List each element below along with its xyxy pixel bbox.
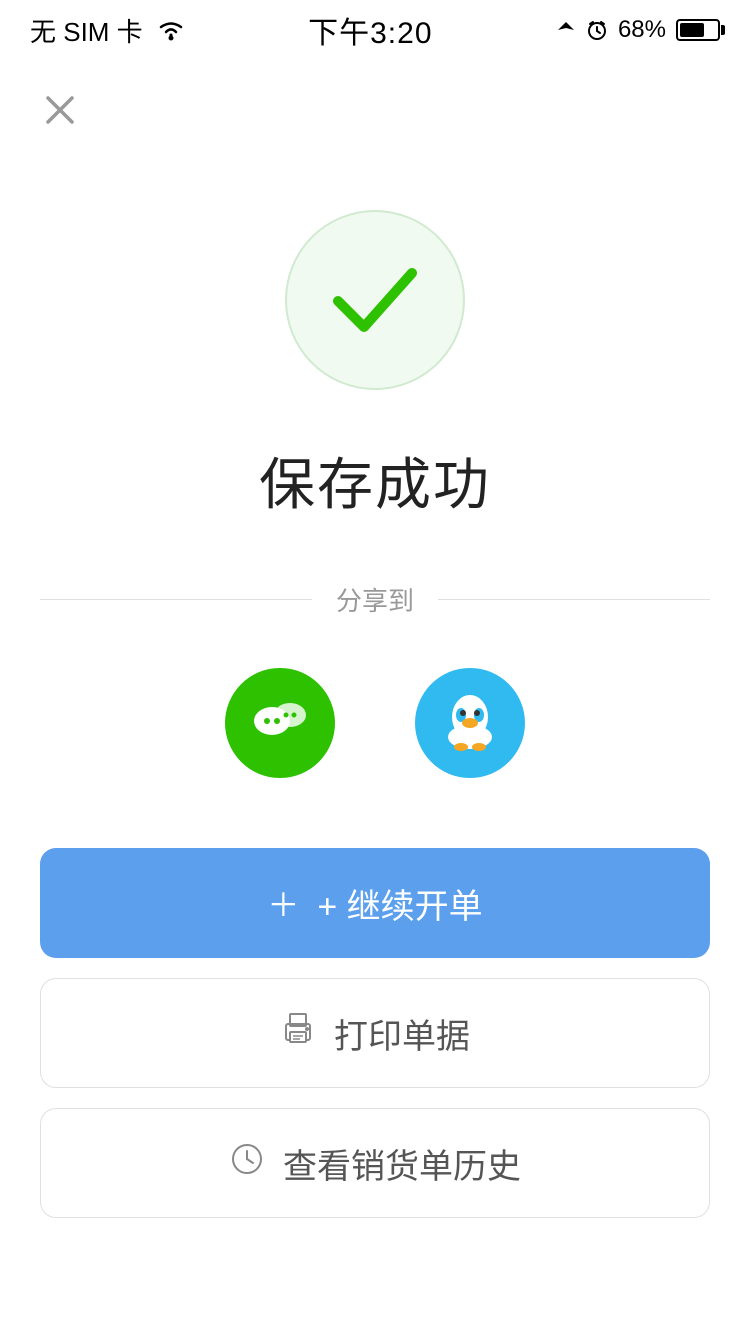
actions: ＋ + 继续开单 打印单据: [40, 848, 710, 1218]
qq-share-button[interactable]: [415, 668, 525, 778]
wifi-icon: [157, 19, 185, 41]
status-time: 下午3:20: [308, 8, 432, 52]
history-button[interactable]: 查看销货单历史: [40, 1108, 710, 1218]
print-label: 打印单据: [334, 1009, 470, 1058]
share-divider: 分享到: [40, 581, 710, 618]
battery-icon: [676, 19, 720, 41]
location-icon: [556, 20, 576, 40]
close-button[interactable]: [30, 80, 90, 140]
continue-button[interactable]: ＋ + 继续开单: [40, 848, 710, 958]
print-button[interactable]: 打印单据: [40, 978, 710, 1088]
sim-status: 无 SIM 卡: [30, 12, 143, 49]
continue-label: + 继续开单: [317, 879, 482, 928]
battery-percent: 68%: [618, 16, 666, 44]
clock-icon: [229, 1141, 265, 1185]
share-icons: [40, 668, 710, 778]
plus-icon: ＋: [267, 880, 299, 926]
status-left: 无 SIM 卡: [30, 12, 185, 49]
status-bar: 无 SIM 卡 下午3:20 68%: [0, 0, 750, 60]
alarm-icon: [586, 19, 608, 41]
printer-icon: [280, 1012, 316, 1054]
share-label: 分享到: [312, 581, 438, 618]
success-icon: [285, 210, 465, 390]
success-title: 保存成功: [259, 440, 491, 521]
status-right: 68%: [556, 16, 720, 44]
share-section: 分享到: [40, 581, 710, 778]
wechat-share-button[interactable]: [225, 668, 335, 778]
main-content: 保存成功 分享到: [0, 160, 750, 1334]
history-label: 查看销货单历史: [283, 1139, 521, 1188]
